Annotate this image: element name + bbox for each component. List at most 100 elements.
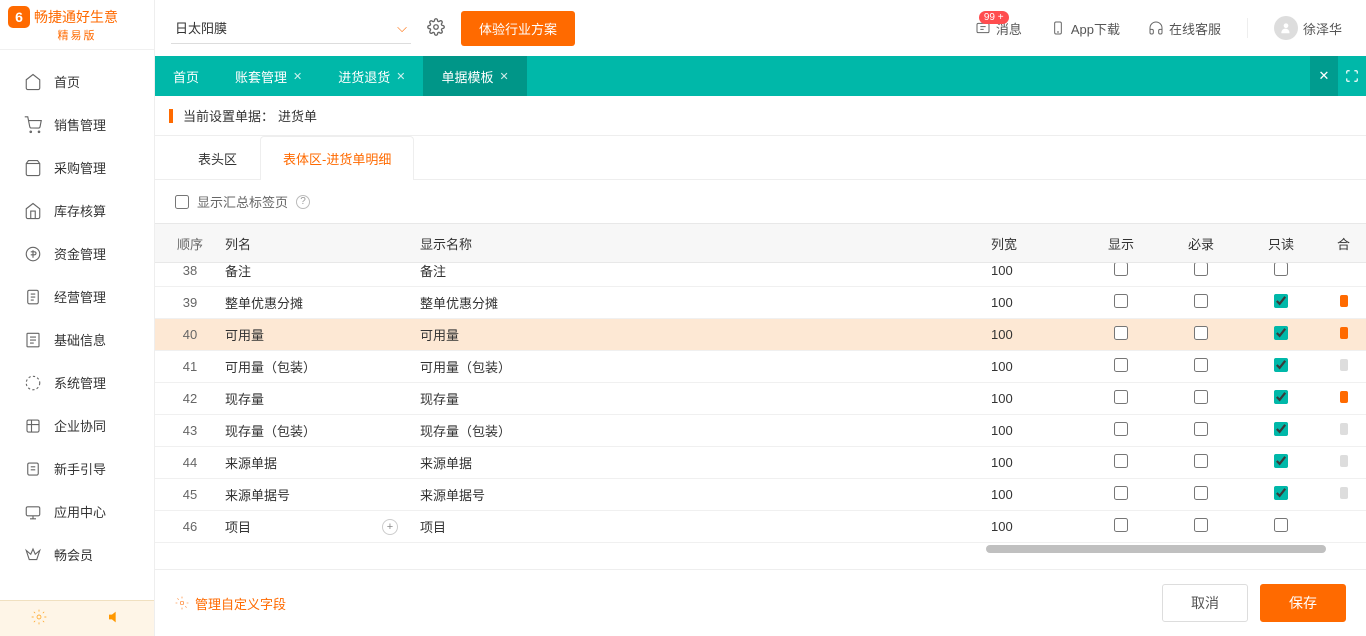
readonly-checkbox[interactable]: [1274, 390, 1288, 404]
readonly-checkbox[interactable]: [1274, 263, 1288, 276]
readonly-checkbox[interactable]: [1274, 422, 1288, 436]
customer-service-button[interactable]: 在线客服: [1140, 19, 1229, 38]
inner-tabs: 表头区表体区-进货单明细: [155, 136, 1366, 180]
show-checkbox[interactable]: [1114, 422, 1128, 436]
show-checkbox[interactable]: [1114, 326, 1128, 340]
required-checkbox[interactable]: [1194, 486, 1208, 500]
show-checkbox[interactable]: [1114, 358, 1128, 372]
page-tab[interactable]: 账套管理✕: [217, 56, 320, 96]
close-tab-button[interactable]: ✕: [1310, 56, 1338, 96]
table-row[interactable]: 46 项目+ 项目 100: [155, 511, 1366, 543]
nav-label: 基础信息: [54, 330, 106, 349]
cancel-button[interactable]: 取消: [1162, 584, 1248, 622]
table-body[interactable]: 38 备注 备注 100 39 整单优惠分摊 整单优惠分摊 100 40 可用量…: [155, 263, 1366, 543]
table-row[interactable]: 39 整单优惠分摊 整单优惠分摊 100: [155, 287, 1366, 319]
nav-item-rocket[interactable]: 新手引导: [0, 447, 154, 490]
table-row[interactable]: 44 来源单据 来源单据 100: [155, 447, 1366, 479]
cell-width: 100: [981, 455, 1081, 470]
nav-item-ring[interactable]: 系统管理: [0, 361, 154, 404]
nav-item-clipboard[interactable]: 经营管理: [0, 275, 154, 318]
inner-tab[interactable]: 表体区-进货单明细: [260, 136, 414, 180]
cell-width: 100: [981, 263, 1081, 278]
show-checkbox[interactable]: [1114, 390, 1128, 404]
close-icon[interactable]: ✕: [293, 70, 302, 83]
table-row[interactable]: 40 可用量 可用量 100: [155, 319, 1366, 351]
nav-item-vip[interactable]: 畅会员: [0, 533, 154, 576]
col-header-readonly: 只读: [1241, 234, 1321, 253]
avatar-icon: [1274, 16, 1298, 40]
app-download-button[interactable]: App下载: [1042, 19, 1128, 38]
show-checkbox[interactable]: [1114, 454, 1128, 468]
readonly-checkbox[interactable]: [1274, 294, 1288, 308]
required-checkbox[interactable]: [1194, 422, 1208, 436]
custom-fields-label: 管理自定义字段: [195, 594, 286, 613]
nav-label: 企业协同: [54, 416, 106, 435]
gear-icon[interactable]: [423, 14, 449, 43]
show-checkbox[interactable]: [1114, 486, 1128, 500]
close-icon[interactable]: ✕: [500, 70, 509, 83]
nav-item-tv[interactable]: 应用中心: [0, 490, 154, 533]
nav-item-grid[interactable]: 企业协同: [0, 404, 154, 447]
required-checkbox[interactable]: [1194, 518, 1208, 532]
company-selector[interactable]: 日太阳膜 ⌵: [171, 12, 411, 44]
nav-item-coin[interactable]: 资金管理: [0, 232, 154, 275]
required-checkbox[interactable]: [1194, 358, 1208, 372]
nav-list: 首页销售管理采购管理库存核算资金管理经营管理基础信息系统管理企业协同新手引导应用…: [0, 50, 154, 600]
show-summary-checkbox[interactable]: [175, 195, 189, 209]
readonly-checkbox[interactable]: [1274, 486, 1288, 500]
show-checkbox[interactable]: [1114, 518, 1128, 532]
col-header-required: 必录: [1161, 234, 1241, 253]
horizontal-scrollbar[interactable]: [155, 543, 1366, 555]
try-industry-button[interactable]: 体验行业方案: [461, 11, 575, 46]
nav-item-doc[interactable]: 基础信息: [0, 318, 154, 361]
required-checkbox[interactable]: [1194, 263, 1208, 276]
cell-display: 现存量: [410, 389, 981, 408]
cell-seq: 42: [155, 391, 215, 406]
cell-total: [1321, 391, 1366, 406]
messages-button[interactable]: 99 + 消息: [967, 19, 1030, 38]
show-checkbox[interactable]: [1114, 263, 1128, 276]
close-icon[interactable]: ✕: [396, 70, 405, 83]
readonly-checkbox[interactable]: [1274, 358, 1288, 372]
sound-icon[interactable]: [108, 609, 124, 628]
cell-seq: 40: [155, 327, 215, 342]
table-header: 顺序 列名 显示名称 列宽 显示 必录 只读 合: [155, 223, 1366, 263]
tab-label: 进货退货: [338, 67, 390, 86]
manage-custom-fields-link[interactable]: 管理自定义字段: [175, 594, 286, 613]
cell-name: 现存量: [215, 389, 410, 408]
nav-item-home[interactable]: 首页: [0, 60, 154, 103]
readonly-checkbox[interactable]: [1274, 326, 1288, 340]
add-icon[interactable]: +: [382, 519, 398, 535]
user-menu[interactable]: 徐泽华: [1266, 16, 1350, 40]
readonly-checkbox[interactable]: [1274, 518, 1288, 532]
cell-seq: 44: [155, 455, 215, 470]
settings-icon[interactable]: [31, 609, 47, 628]
help-icon[interactable]: ?: [296, 195, 310, 209]
inner-tab[interactable]: 表头区: [175, 136, 260, 180]
table-row[interactable]: 38 备注 备注 100: [155, 263, 1366, 287]
page-tab[interactable]: 首页: [155, 56, 217, 96]
required-checkbox[interactable]: [1194, 454, 1208, 468]
page-tabs: 首页账套管理✕进货退货✕单据模板✕ ✕: [155, 56, 1366, 96]
required-checkbox[interactable]: [1194, 326, 1208, 340]
table-row[interactable]: 41 可用量（包装） 可用量（包装） 100: [155, 351, 1366, 383]
nav-item-cart[interactable]: 销售管理: [0, 103, 154, 146]
readonly-checkbox[interactable]: [1274, 454, 1288, 468]
page-tab[interactable]: 进货退货 ✕: [320, 56, 423, 96]
cell-seq: 41: [155, 359, 215, 374]
sidebar: 6 畅捷通好生意 精易版 首页销售管理采购管理库存核算资金管理经营管理基础信息系…: [0, 0, 155, 636]
table-row[interactable]: 43 现存量（包装） 现存量（包装） 100: [155, 415, 1366, 447]
table-row[interactable]: 45 来源单据号 来源单据号 100: [155, 479, 1366, 511]
required-checkbox[interactable]: [1194, 390, 1208, 404]
show-checkbox[interactable]: [1114, 294, 1128, 308]
nav-item-house[interactable]: 库存核算: [0, 189, 154, 232]
required-checkbox[interactable]: [1194, 294, 1208, 308]
nav-item-bag[interactable]: 采购管理: [0, 146, 154, 189]
show-summary-label: 显示汇总标签页: [197, 192, 288, 211]
nav-label: 销售管理: [54, 115, 106, 134]
save-button[interactable]: 保存: [1260, 584, 1346, 622]
table-row[interactable]: 42 现存量 现存量 100: [155, 383, 1366, 415]
cell-name: 可用量（包装）: [215, 357, 410, 376]
page-tab[interactable]: 单据模板✕: [423, 56, 526, 96]
fullscreen-button[interactable]: [1338, 56, 1366, 96]
